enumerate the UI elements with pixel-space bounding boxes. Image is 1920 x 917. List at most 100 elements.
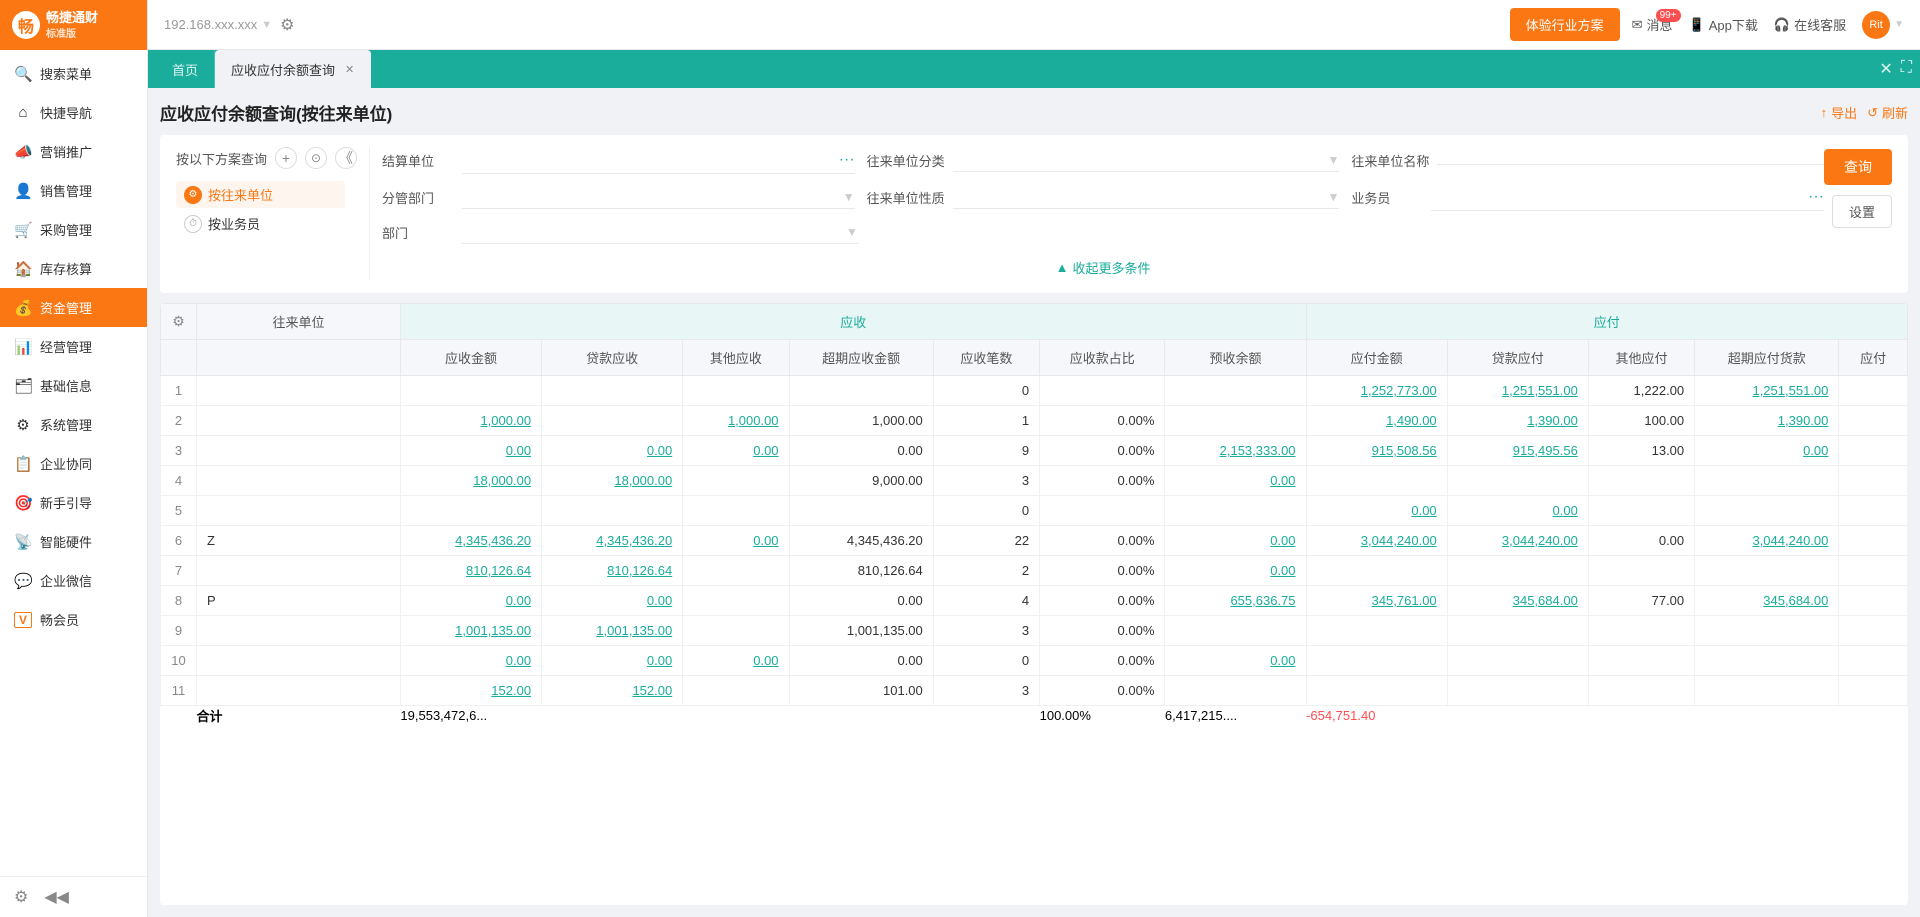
table-cell[interactable] (400, 376, 541, 406)
collapse-button[interactable]: ▲ 收起更多条件 (382, 254, 1824, 281)
sidebar-item-inventory[interactable]: 🏠 库存核算 (0, 249, 147, 288)
table-cell[interactable]: 0.00 (1306, 496, 1447, 526)
table-cell[interactable] (683, 466, 789, 496)
table-cell[interactable]: 4,345,436.20 (542, 526, 683, 556)
table-cell[interactable] (542, 376, 683, 406)
table-cell[interactable]: 1,001,135.00 (542, 616, 683, 646)
sidebar-settings-btn[interactable]: ⚙ (14, 887, 28, 907)
table-cell[interactable] (1695, 616, 1839, 646)
table-cell[interactable] (542, 496, 683, 526)
table-cell[interactable]: 4,345,436.20 (400, 526, 541, 556)
table-cell[interactable]: 1,390.00 (1447, 406, 1588, 436)
sidebar-item-capital[interactable]: 💰 资金管理 (0, 288, 147, 327)
table-cell[interactable] (1447, 646, 1588, 676)
topbar-service-btn[interactable]: 🎧 在线客服 (1774, 15, 1846, 34)
table-cell[interactable] (683, 556, 789, 586)
field-unit-nature-input[interactable]: ▼ (953, 186, 1340, 209)
table-cell[interactable]: 0.00 (1695, 436, 1839, 466)
table-settings-icon[interactable]: ⚙ (172, 313, 185, 329)
filter-fold-button[interactable]: 《 (335, 147, 357, 169)
table-cell[interactable] (1695, 556, 1839, 586)
sidebar-item-system[interactable]: ⚙ 系统管理 (0, 405, 147, 444)
sidebar-item-operation[interactable]: 📊 经营管理 (0, 327, 147, 366)
field-unit-name-input[interactable] (1437, 156, 1824, 165)
table-cell[interactable]: 1,390.00 (1695, 406, 1839, 436)
table-cell[interactable] (1447, 616, 1588, 646)
filter-option-company[interactable]: ⚙ 按往来单位 (176, 181, 345, 208)
table-cell[interactable]: 0.00 (683, 646, 789, 676)
table-cell[interactable]: 0.00 (1165, 646, 1306, 676)
sidebar-item-nav[interactable]: ⌂ 快捷导航 (0, 93, 147, 132)
sidebar-collapse-btn[interactable]: ◀◀ (44, 887, 69, 907)
table-cell[interactable]: 3,044,240.00 (1447, 526, 1588, 556)
table-cell[interactable]: 915,495.56 (1447, 436, 1588, 466)
table-cell[interactable]: 0.00 (1165, 526, 1306, 556)
table-cell[interactable]: 915,508.56 (1306, 436, 1447, 466)
table-cell[interactable] (1695, 646, 1839, 676)
field-dept-input[interactable]: ▼ (462, 186, 855, 209)
tabbar-expand-btn[interactable]: ⛶ (1901, 59, 1912, 79)
table-cell[interactable] (683, 586, 789, 616)
refresh-button[interactable]: ↺ 刷新 (1867, 103, 1908, 122)
table-cell[interactable] (1306, 556, 1447, 586)
table-cell[interactable] (1165, 616, 1306, 646)
table-cell[interactable] (542, 406, 683, 436)
table-cell[interactable] (683, 376, 789, 406)
field-settlement-input[interactable]: ··· (462, 147, 855, 174)
tab-home[interactable]: 首页 (156, 50, 215, 88)
filter-option-business[interactable]: ⏱ 按业务员 (176, 210, 345, 237)
table-cell[interactable]: 345,684.00 (1447, 586, 1588, 616)
export-button[interactable]: ↑ 导出 (1821, 103, 1858, 122)
table-cell[interactable]: 0.00 (542, 646, 683, 676)
filter-add-button[interactable]: + (275, 147, 297, 169)
table-cell[interactable]: 152.00 (542, 676, 683, 706)
sidebar-item-guide[interactable]: 🎯 新手引导 (0, 483, 147, 522)
sidebar-item-enterprise[interactable]: 📋 企业协同 (0, 444, 147, 483)
table-cell[interactable]: 1,251,551.00 (1695, 376, 1839, 406)
table-cell[interactable]: 3,044,240.00 (1695, 526, 1839, 556)
field-unit-category-input[interactable]: ▼ (953, 149, 1340, 172)
sidebar-item-marketing[interactable]: 📣 营销推广 (0, 132, 147, 171)
table-cell[interactable] (683, 616, 789, 646)
table-cell[interactable]: 0.00 (542, 436, 683, 466)
table-cell[interactable] (1695, 466, 1839, 496)
sidebar-item-member[interactable]: V 畅会员 (0, 600, 147, 639)
table-cell[interactable]: 3,044,240.00 (1306, 526, 1447, 556)
table-cell[interactable] (1695, 676, 1839, 706)
table-cell[interactable] (1447, 556, 1588, 586)
field-salesman-input[interactable]: ··· (1431, 184, 1824, 211)
table-cell[interactable]: 1,251,551.00 (1447, 376, 1588, 406)
sidebar-item-purchase[interactable]: 🛒 采购管理 (0, 210, 147, 249)
table-cell[interactable]: 18,000.00 (542, 466, 683, 496)
table-cell[interactable]: 1,252,773.00 (1306, 376, 1447, 406)
table-cell[interactable] (1447, 466, 1588, 496)
table-cell[interactable] (400, 496, 541, 526)
table-wrapper[interactable]: ⚙ 往来单位 应收 应付 应收金额 贷款应收 (160, 303, 1908, 905)
topbar-solution-button[interactable]: 体验行业方案 (1510, 8, 1620, 41)
sidebar-item-hardware[interactable]: 📡 智能硬件 (0, 522, 147, 561)
filter-scheme-button[interactable]: ⊙ (305, 147, 327, 169)
table-cell[interactable]: 810,126.64 (542, 556, 683, 586)
topbar-gear-icon[interactable]: ⚙ (280, 15, 294, 35)
table-cell[interactable]: 1,001,135.00 (400, 616, 541, 646)
table-cell[interactable] (1306, 616, 1447, 646)
table-cell[interactable]: 1,490.00 (1306, 406, 1447, 436)
field-division-input[interactable]: ▼ (462, 221, 858, 244)
table-cell[interactable]: 152.00 (400, 676, 541, 706)
sidebar-item-sales[interactable]: 👤 销售管理 (0, 171, 147, 210)
table-cell[interactable] (1165, 676, 1306, 706)
tab-close-icon[interactable]: ✕ (345, 63, 354, 76)
table-cell[interactable] (1447, 676, 1588, 706)
sidebar-item-basic[interactable]: 🗂 基础信息 (0, 366, 147, 405)
table-cell[interactable]: 810,126.64 (400, 556, 541, 586)
table-cell[interactable] (1165, 496, 1306, 526)
sidebar-item-weixin[interactable]: 💬 企业微信 (0, 561, 147, 600)
table-cell[interactable]: 18,000.00 (400, 466, 541, 496)
table-cell[interactable]: 0.00 (542, 586, 683, 616)
table-cell[interactable]: 0.00 (1165, 466, 1306, 496)
table-cell[interactable] (1306, 466, 1447, 496)
topbar-message-btn[interactable]: ✉ 消息 99+ (1632, 15, 1673, 34)
table-cell[interactable]: 345,684.00 (1695, 586, 1839, 616)
salesman-dots-icon[interactable]: ··· (1808, 188, 1824, 206)
table-cell[interactable] (1695, 496, 1839, 526)
